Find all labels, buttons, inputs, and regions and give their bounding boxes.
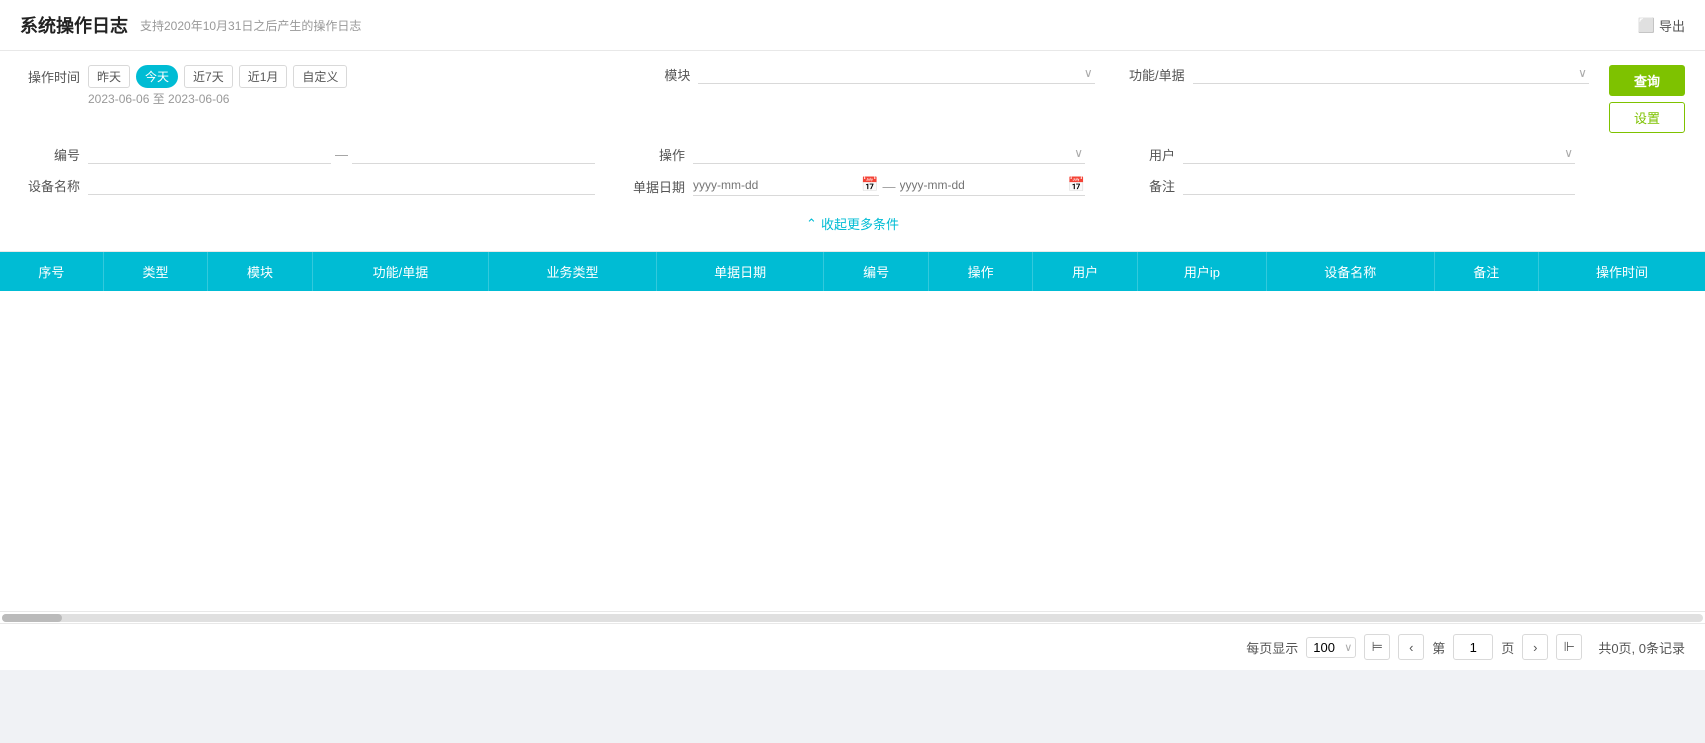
- data-table: 序号 类型 模块 功能/单据 业务类型 单据日期 编号 操作 用户 用户ip 设…: [0, 252, 1705, 291]
- collapse-bar: ⌃ 收起更多条件: [20, 208, 1685, 243]
- total-records: 共0页, 0条记录: [1598, 638, 1685, 657]
- filter-row-1: 操作时间 昨天 今天 近7天 近1月 自定义 2023-06-06 至 2023…: [20, 65, 1685, 133]
- remarks-label: 备注: [1115, 176, 1175, 195]
- number-range-dash: —: [335, 147, 348, 162]
- filter-item-voucher-date: 单据日期 📅 — 📅: [625, 176, 1085, 196]
- prev-page-button[interactable]: ‹: [1398, 634, 1424, 660]
- operation-label: 操作: [625, 145, 685, 164]
- operation-select[interactable]: [693, 146, 1085, 161]
- col-business-type: 业务类型: [489, 252, 657, 291]
- horizontal-scrollbar[interactable]: [0, 611, 1705, 623]
- scrollbar-track[interactable]: [2, 614, 1703, 622]
- device-label: 设备名称: [20, 176, 80, 195]
- time-label: 操作时间: [20, 67, 80, 86]
- function-label: 功能/单据: [1125, 65, 1185, 84]
- pagination-bar: 每页显示 10 20 50 100 200 ∨ ⊨ ‹ 第 页 › ⊩ 共0页,…: [0, 623, 1705, 670]
- last-page-button[interactable]: ⊩: [1556, 634, 1582, 660]
- first-page-button[interactable]: ⊨: [1364, 634, 1390, 660]
- module-select-wrap: ∨: [698, 66, 1094, 84]
- per-page-label: 每页显示: [1246, 638, 1298, 657]
- number-label: 编号: [20, 145, 80, 164]
- page-title: 系统操作日志: [20, 12, 128, 38]
- filter-item-remarks: 备注: [1115, 176, 1575, 195]
- col-user-ip: 用户ip: [1137, 252, 1266, 291]
- filter-panel: 操作时间 昨天 今天 近7天 近1月 自定义 2023-06-06 至 2023…: [0, 51, 1705, 252]
- filter-item-user: 用户 ∨: [1115, 145, 1575, 164]
- operation-select-wrap: ∨: [693, 146, 1085, 164]
- per-page-select[interactable]: 10 20 50 100 200: [1306, 637, 1356, 658]
- col-type: 类型: [103, 252, 207, 291]
- remarks-input[interactable]: [1183, 177, 1575, 195]
- time-buttons-group: 昨天 今天 近7天 近1月 自定义: [88, 65, 347, 88]
- col-function: 功能/单据: [312, 252, 488, 291]
- query-button[interactable]: 查询: [1609, 65, 1685, 96]
- user-select[interactable]: [1183, 146, 1575, 161]
- collapse-label: 收起更多条件: [821, 214, 899, 233]
- header-left: 系统操作日志 支持2020年10月31日之后产生的操作日志: [20, 12, 361, 38]
- time-range-text: 2023-06-06 至 2023-06-06: [88, 92, 229, 106]
- col-operation: 操作: [928, 252, 1032, 291]
- col-op-time: 操作时间: [1539, 252, 1705, 291]
- export-label: 导出: [1659, 16, 1685, 35]
- filter-item-operation: 操作 ∨: [625, 145, 1085, 164]
- page-header: 系统操作日志 支持2020年10月31日之后产生的操作日志 ⬜ 导出: [0, 0, 1705, 51]
- per-page-select-wrap: 10 20 50 100 200 ∨: [1306, 637, 1356, 658]
- remarks-input-wrap: [1183, 177, 1575, 195]
- user-select-wrap: ∨: [1183, 146, 1575, 164]
- filter-item-number: 编号 —: [20, 145, 595, 164]
- date-from-calendar-icon[interactable]: 📅: [861, 176, 878, 193]
- export-button[interactable]: ⬜ 导出: [1638, 16, 1685, 35]
- page-subtitle: 支持2020年10月31日之后产生的操作日志: [140, 17, 361, 34]
- scrollbar-thumb[interactable]: [2, 614, 62, 622]
- page-unit: 页: [1501, 638, 1514, 657]
- number-from-input[interactable]: [88, 146, 331, 164]
- module-label: 模块: [630, 65, 690, 84]
- filter-item-function: 功能/单据 ∨: [1125, 65, 1589, 84]
- date-to-calendar-icon[interactable]: 📅: [1068, 176, 1085, 193]
- collapse-chevron-icon: ⌃: [806, 216, 817, 232]
- col-index: 序号: [0, 252, 103, 291]
- next-page-button[interactable]: ›: [1522, 634, 1548, 660]
- time-btn-today[interactable]: 今天: [136, 65, 178, 88]
- device-input[interactable]: [88, 177, 595, 195]
- voucher-date-label: 单据日期: [625, 177, 685, 196]
- filter-row-2: 编号 — 操作 ∨ 用户: [20, 145, 1685, 164]
- time-btn-custom[interactable]: 自定义: [293, 65, 347, 88]
- col-device: 设备名称: [1266, 252, 1434, 291]
- filter-item-time: 操作时间 昨天 今天 近7天 近1月 自定义 2023-06-06 至 2023…: [20, 65, 600, 107]
- table-section: 序号 类型 模块 功能/单据 业务类型 单据日期 编号 操作 用户 用户ip 设…: [0, 252, 1705, 611]
- filter-item-device: 设备名称: [20, 176, 595, 195]
- col-module: 模块: [208, 252, 312, 291]
- col-remarks: 备注: [1434, 252, 1538, 291]
- col-user: 用户: [1033, 252, 1137, 291]
- col-voucher-date: 单据日期: [656, 252, 824, 291]
- empty-area: [0, 291, 1705, 611]
- filter-item-module: 模块 ∨: [630, 65, 1094, 84]
- function-select[interactable]: [1193, 66, 1589, 81]
- voucher-date-from-input[interactable]: [693, 178, 861, 192]
- col-number: 编号: [824, 252, 928, 291]
- table-header: 序号 类型 模块 功能/单据 业务类型 单据日期 编号 操作 用户 用户ip 设…: [0, 252, 1705, 291]
- page-number-input[interactable]: [1453, 634, 1493, 660]
- module-select[interactable]: [698, 66, 1094, 81]
- number-to-input[interactable]: [352, 146, 595, 164]
- action-buttons: 查询 设置: [1609, 65, 1685, 133]
- number-range: —: [88, 146, 595, 164]
- user-label: 用户: [1115, 145, 1175, 164]
- voucher-date-range: 📅 — 📅: [693, 176, 1085, 196]
- function-select-wrap: ∨: [1193, 66, 1589, 84]
- time-btn-1month[interactable]: 近1月: [239, 65, 288, 88]
- settings-button[interactable]: 设置: [1609, 102, 1685, 133]
- device-input-wrap: [88, 177, 595, 195]
- collapse-button[interactable]: ⌃ 收起更多条件: [806, 214, 899, 233]
- voucher-date-to-input[interactable]: [900, 178, 1068, 192]
- filter-row-3: 设备名称 单据日期 📅 — 📅: [20, 176, 1685, 196]
- time-btn-yesterday[interactable]: 昨天: [88, 65, 130, 88]
- page-label: 第: [1432, 638, 1445, 657]
- time-btn-7days[interactable]: 近7天: [184, 65, 233, 88]
- export-icon: ⬜: [1638, 17, 1655, 34]
- table-header-row: 序号 类型 模块 功能/单据 业务类型 单据日期 编号 操作 用户 用户ip 设…: [0, 252, 1705, 291]
- date-range-dash: —: [883, 179, 896, 194]
